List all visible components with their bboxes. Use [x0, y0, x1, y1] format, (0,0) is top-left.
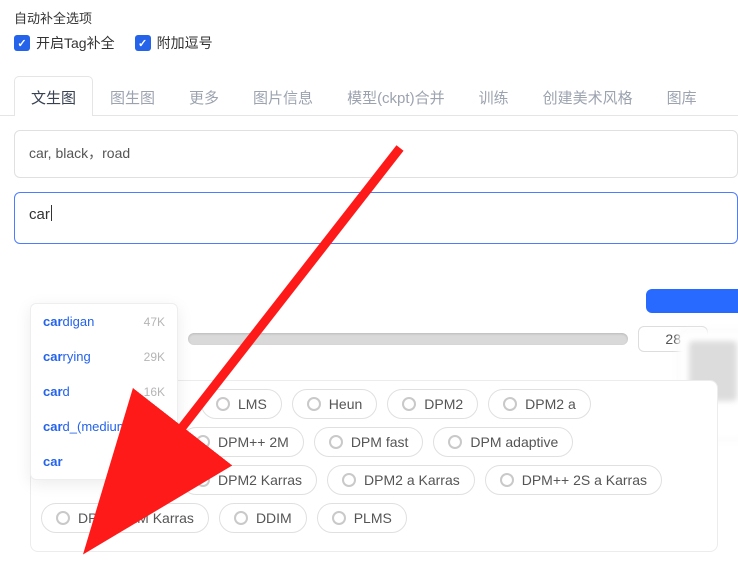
sampler-option[interactable]: DPM adaptive	[433, 427, 573, 457]
sampler-option[interactable]: DDIM	[219, 503, 307, 533]
sampler-option[interactable]: DPM++ 2M	[181, 427, 304, 457]
sampler-option[interactable]: Heun	[292, 389, 377, 419]
prompt-textarea[interactable]: car, black，road	[14, 130, 738, 178]
tag-input[interactable]: car	[14, 192, 738, 244]
steps-slider[interactable]	[188, 333, 628, 345]
radio-icon	[342, 473, 356, 487]
autocomplete-item[interactable]: card_(medium)	[31, 409, 177, 444]
radio-icon	[402, 397, 416, 411]
sampler-option[interactable]: DPM2 a	[488, 389, 591, 419]
radio-icon	[329, 435, 343, 449]
tab-train[interactable]: 训练	[462, 76, 526, 116]
autocomplete-item[interactable]: car 12K	[31, 444, 177, 479]
sampler-option[interactable]: LMS	[201, 389, 282, 419]
sampler-option[interactable]: DPM2 Karras	[181, 465, 317, 495]
radio-icon	[332, 511, 346, 525]
input-text: car	[29, 205, 52, 223]
autocomplete-item[interactable]: cardigan 47K	[31, 304, 177, 339]
checkbox-append-comma[interactable]: ✓ 附加逗号	[135, 33, 213, 53]
sampler-option[interactable]: DPM++ 2M Karras	[41, 503, 209, 533]
tab-gallery[interactable]: 图库	[650, 76, 714, 116]
radio-icon	[500, 473, 514, 487]
tab-more[interactable]: 更多	[172, 76, 236, 116]
generate-button[interactable]	[646, 289, 738, 313]
tab-img-info[interactable]: 图片信息	[236, 76, 330, 116]
autocomplete-popup: cardigan 47K carrying 29K card 16K card_…	[30, 303, 178, 480]
checkbox-label: 附加逗号	[157, 33, 213, 53]
radio-icon	[196, 473, 210, 487]
prompt-text: car, black，road	[29, 145, 130, 161]
radio-icon	[503, 397, 517, 411]
options-title: 自动补全选项	[14, 8, 724, 27]
sampler-option[interactable]: DPM++ 2S a Karras	[485, 465, 662, 495]
checkbox-label: 开启Tag补全	[36, 33, 115, 53]
tab-ckpt-merge[interactable]: 模型(ckpt)合并	[330, 76, 462, 116]
autocomplete-item[interactable]: carrying 29K	[31, 339, 177, 374]
tab-create-style[interactable]: 创建美术风格	[526, 76, 650, 116]
sampler-option[interactable]: DPM2	[387, 389, 478, 419]
check-icon: ✓	[14, 35, 30, 51]
autocomplete-item[interactable]: card 16K	[31, 374, 177, 409]
checkbox-enable-tag[interactable]: ✓ 开启Tag补全	[14, 33, 115, 53]
radio-icon	[307, 397, 321, 411]
tab-bar: 文生图 图生图 更多 图片信息 模型(ckpt)合并 训练 创建美术风格 图库	[0, 75, 738, 116]
radio-icon	[448, 435, 462, 449]
radio-icon	[196, 435, 210, 449]
radio-icon	[216, 397, 230, 411]
tab-img2img[interactable]: 图生图	[93, 76, 172, 116]
sampler-option[interactable]: PLMS	[317, 503, 407, 533]
radio-icon	[234, 511, 248, 525]
check-icon: ✓	[135, 35, 151, 51]
sampler-option[interactable]: DPM2 a Karras	[327, 465, 475, 495]
radio-icon	[56, 511, 70, 525]
sampler-option[interactable]: DPM fast	[314, 427, 424, 457]
tab-txt2img[interactable]: 文生图	[14, 76, 93, 116]
